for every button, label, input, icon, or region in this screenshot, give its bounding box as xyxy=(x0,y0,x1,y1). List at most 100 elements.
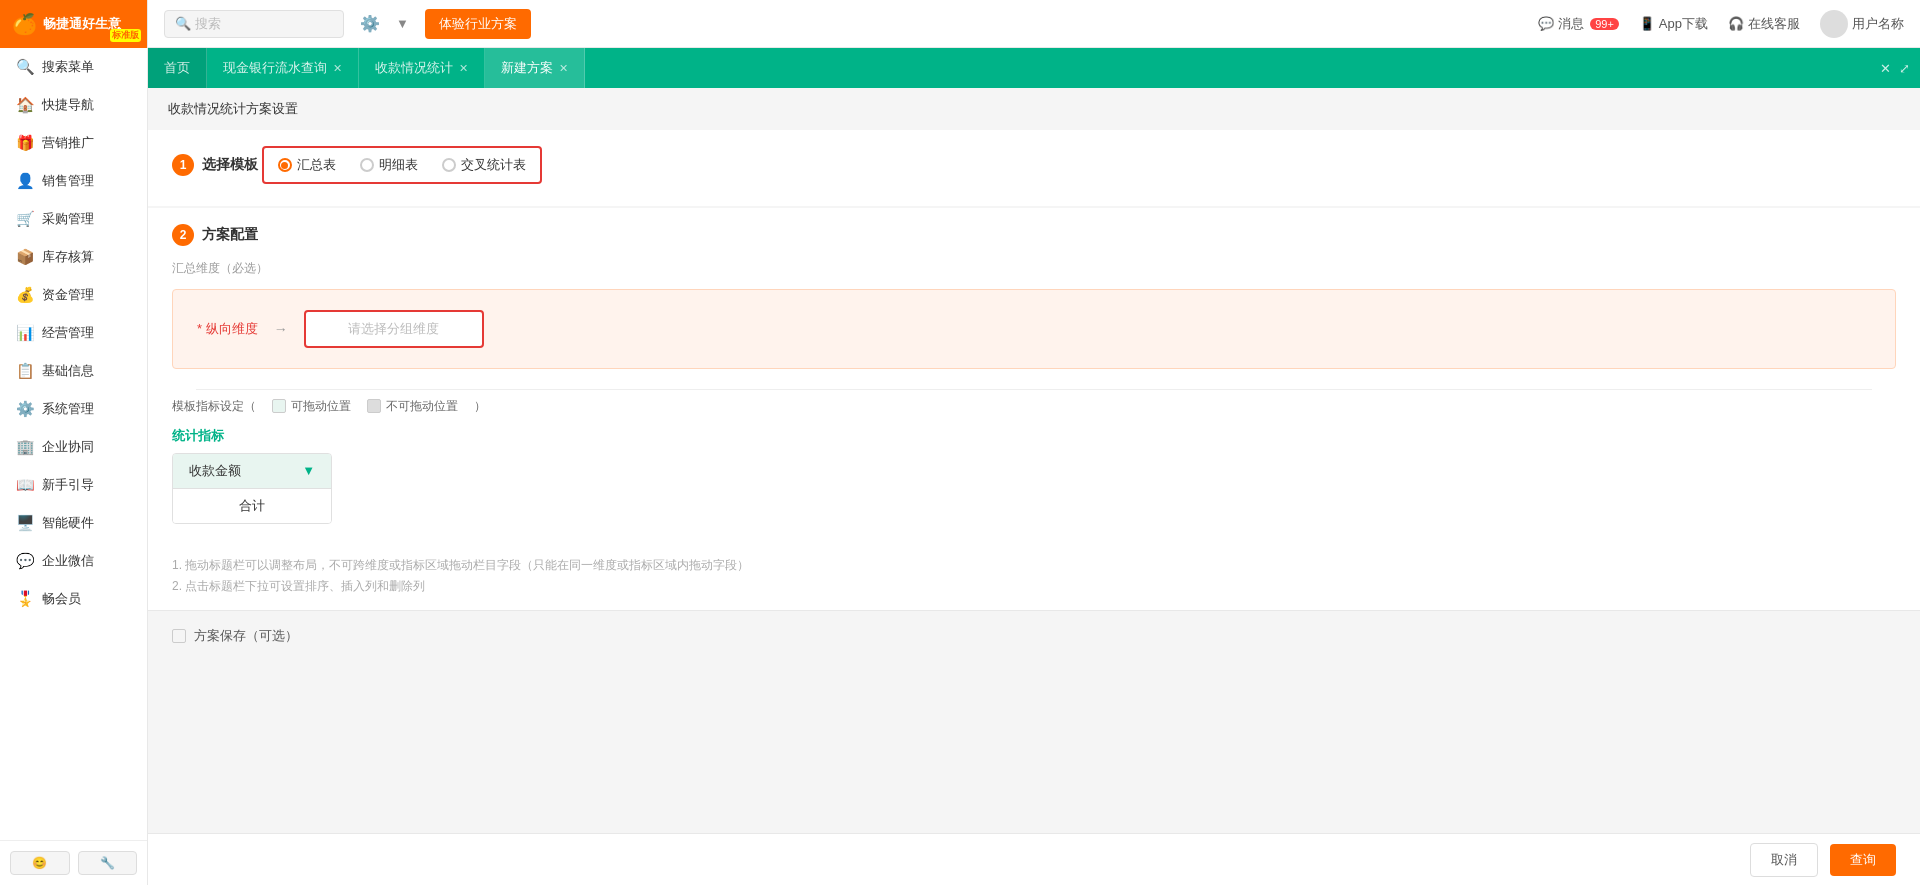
dimension-area: * 纵向维度 → 请选择分组维度 xyxy=(172,289,1896,369)
toggle-non-draggable[interactable]: 不可拖动位置 xyxy=(367,398,458,415)
tab-close-all-icon[interactable]: ✕ xyxy=(1880,61,1891,76)
metrics-table: 收款金额 ▼ 合计 xyxy=(172,453,332,524)
headset-icon: 🎧 xyxy=(1728,16,1744,31)
step2-block: 2 方案配置 汇总维度（必选） * 纵向维度 → 请选择分组维度 模板指标设定（ xyxy=(148,208,1920,543)
app-download-label: App下载 xyxy=(1659,15,1708,33)
search-icon: 🔍 xyxy=(175,16,191,31)
notification-icon: 💬 xyxy=(1538,16,1554,31)
sidebar-item-operations[interactable]: 📊 经营管理 xyxy=(0,314,147,352)
sidebar-label-sales: 销售管理 xyxy=(42,172,94,190)
sidebar-item-system[interactable]: ⚙️ 系统管理 xyxy=(0,390,147,428)
save-block: 方案保存（可选） xyxy=(148,610,1920,661)
logo-icon: 🍊 xyxy=(12,12,37,36)
tab-close-bank-flow[interactable]: ✕ xyxy=(333,62,342,75)
sidebar-item-basic-info[interactable]: 📋 基础信息 xyxy=(0,352,147,390)
sidebar: 🍊 畅捷通好生意 标准版 🔍 搜索菜单 🏠 快捷导航 🎁 营销推广 👤 销售管理… xyxy=(0,0,148,885)
tabbar-right: ✕ ⤢ xyxy=(1880,61,1920,76)
sidebar-label-purchase: 采购管理 xyxy=(42,210,94,228)
toggle-draggable[interactable]: 可拖动位置 xyxy=(272,398,351,415)
trial-industry-button[interactable]: 体验行业方案 xyxy=(425,9,531,39)
app-download-item[interactable]: 📱 App下载 xyxy=(1639,15,1708,33)
topbar-arrow-icon[interactable]: ▼ xyxy=(396,16,409,31)
sidebar-label-hardware: 智能硬件 xyxy=(42,514,94,532)
sidebar-item-capital[interactable]: 💰 资金管理 xyxy=(0,276,147,314)
step1-label: 1 选择模板 xyxy=(172,154,258,176)
cart-icon: 🛒 xyxy=(16,210,34,228)
sidebar-item-enterprise[interactable]: 🏢 企业协同 xyxy=(0,428,147,466)
step1-text: 选择模板 xyxy=(202,156,258,174)
chart-icon: 📊 xyxy=(16,324,34,342)
avatar xyxy=(1820,10,1848,38)
sidebar-logo: 🍊 畅捷通好生意 标准版 xyxy=(0,0,147,48)
dimension-section-title: 汇总维度（必选） xyxy=(172,260,1896,277)
metrics-dropdown-icon[interactable]: ▼ xyxy=(302,463,315,478)
dimension-selector[interactable]: 请选择分组维度 xyxy=(304,310,484,348)
box-icon: 📦 xyxy=(16,248,34,266)
sidebar-label-marketing: 营销推广 xyxy=(42,134,94,152)
step2-text: 方案配置 xyxy=(202,226,258,244)
metrics-row-label: 合计 xyxy=(239,498,265,513)
sidebar-item-hardware[interactable]: 🖥️ 智能硬件 xyxy=(0,504,147,542)
sidebar-label-inventory: 库存核算 xyxy=(42,248,94,266)
sidebar-item-inventory[interactable]: 📦 库存核算 xyxy=(0,238,147,276)
toggle-paren-close: ） xyxy=(474,398,486,415)
vertical-dimension-label: * 纵向维度 xyxy=(197,320,258,338)
clipboard-icon: 📋 xyxy=(16,362,34,380)
dimension-title-text: 汇总维度（必选） xyxy=(172,261,268,275)
footer-bar: 取消 查询 xyxy=(148,833,1920,885)
online-service-item[interactable]: 🎧 在线客服 xyxy=(1728,15,1800,33)
query-button[interactable]: 查询 xyxy=(1830,844,1896,876)
topbar: 🔍 搜索 ⚙️ ▼ 体验行业方案 💬 消息 99+ 📱 App下载 🎧 在线客服… xyxy=(148,0,1920,48)
sidebar-item-marketing[interactable]: 🎁 营销推广 xyxy=(0,124,147,162)
sidebar-item-guide[interactable]: 📖 新手引导 xyxy=(0,466,147,504)
step2-label: 2 方案配置 xyxy=(172,224,258,246)
sidebar-item-sales[interactable]: 👤 销售管理 xyxy=(0,162,147,200)
radio-summary[interactable]: 汇总表 xyxy=(278,156,336,174)
radio-detail[interactable]: 明细表 xyxy=(360,156,418,174)
tip-2: 2. 点击标题栏下拉可设置排序、插入列和删除列 xyxy=(172,576,1896,598)
person-icon: 👤 xyxy=(16,172,34,190)
building-icon: 🏢 xyxy=(16,438,34,456)
radio-dot-summary xyxy=(278,158,292,172)
topbar-right: 💬 消息 99+ 📱 App下载 🎧 在线客服 用户名称 xyxy=(1538,10,1904,38)
tab-bank-flow[interactable]: 现金银行流水查询 ✕ xyxy=(207,48,359,88)
save-label: 方案保存（可选） xyxy=(194,627,298,645)
sidebar-label-enterprise: 企业协同 xyxy=(42,438,94,456)
tab-home[interactable]: 首页 xyxy=(148,48,207,88)
sidebar-item-purchase[interactable]: 🛒 采购管理 xyxy=(0,200,147,238)
topbar-search-box[interactable]: 🔍 搜索 xyxy=(164,10,344,38)
metrics-header: 模板指标设定（ 可拖动位置 不可拖动位置 ） xyxy=(172,398,1896,415)
sidebar-bottom-btn2[interactable]: 🔧 xyxy=(78,851,138,875)
tab-expand-icon[interactable]: ⤢ xyxy=(1899,61,1910,76)
metrics-settings: 模板指标设定（ 可拖动位置 不可拖动位置 ） 统计指标 收款金额 xyxy=(172,398,1896,527)
dimension-placeholder: 请选择分组维度 xyxy=(348,320,439,338)
sidebar-label-quick-nav: 快捷导航 xyxy=(42,96,94,114)
sidebar-label-operations: 经营管理 xyxy=(42,324,94,342)
tab-collection-stats[interactable]: 收款情况统计 ✕ xyxy=(359,48,485,88)
sidebar-bottom-btn1[interactable]: 😊 xyxy=(10,851,70,875)
member-icon: 🎖️ xyxy=(16,590,34,608)
tab-new-plan[interactable]: 新建方案 ✕ xyxy=(485,48,585,88)
save-checkbox[interactable] xyxy=(172,629,186,643)
sidebar-label-basic-info: 基础信息 xyxy=(42,362,94,380)
sidebar-item-member[interactable]: 🎖️ 畅会员 xyxy=(0,580,147,618)
radio-cross[interactable]: 交叉统计表 xyxy=(442,156,526,174)
monitor-icon: 🖥️ xyxy=(16,514,34,532)
tab-close-collection-stats[interactable]: ✕ xyxy=(459,62,468,75)
sidebar-bottom: 😊 🔧 xyxy=(0,840,147,885)
user-name: 用户名称 xyxy=(1852,15,1904,33)
mobile-icon: 📱 xyxy=(1639,16,1655,31)
cancel-button[interactable]: 取消 xyxy=(1750,843,1818,877)
settings-icon[interactable]: ⚙️ xyxy=(360,14,380,33)
notification-item[interactable]: 💬 消息 99+ xyxy=(1538,15,1619,33)
sidebar-item-wechat[interactable]: 💬 企业微信 xyxy=(0,542,147,580)
sidebar-item-quick-nav[interactable]: 🏠 快捷导航 xyxy=(0,86,147,124)
user-avatar-item[interactable]: 用户名称 xyxy=(1820,10,1904,38)
notification-label: 消息 xyxy=(1558,15,1584,33)
toggle-label-draggable: 可拖动位置 xyxy=(291,398,351,415)
notification-badge: 99+ xyxy=(1590,18,1619,30)
sidebar-item-search[interactable]: 🔍 搜索菜单 xyxy=(0,48,147,86)
search-placeholder: 搜索 xyxy=(195,15,221,33)
metrics-table-header[interactable]: 收款金额 ▼ xyxy=(173,454,331,489)
tab-close-new-plan[interactable]: ✕ xyxy=(559,62,568,75)
